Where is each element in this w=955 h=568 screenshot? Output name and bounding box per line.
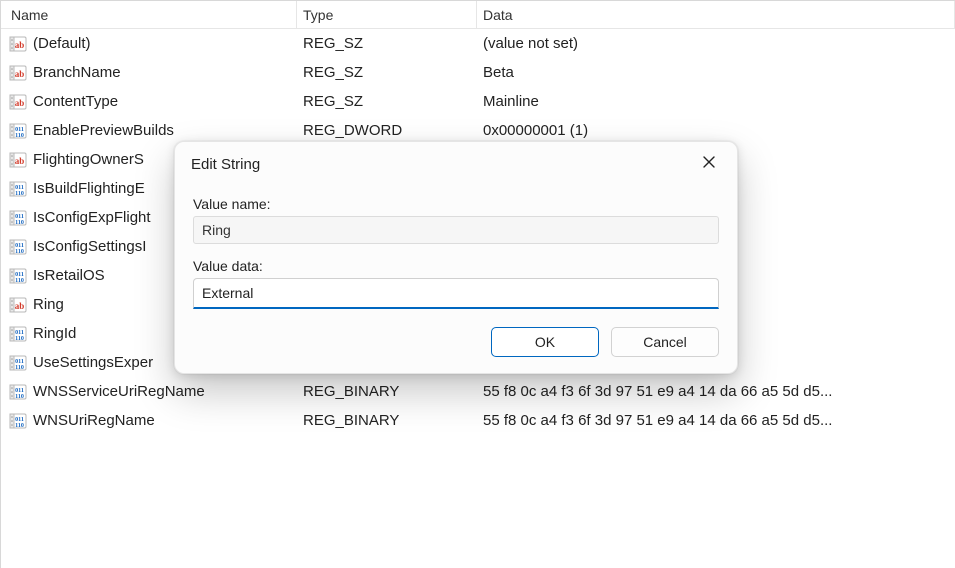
table-row[interactable]: ab (Default) REG_SZ(value not set) [1, 29, 955, 58]
ok-button[interactable]: OK [491, 327, 599, 357]
dialog-buttons: OK Cancel [193, 327, 719, 357]
reg-binary-icon: 011110 [9, 383, 27, 401]
svg-text:ab: ab [15, 98, 25, 108]
cell-name: ab BranchName [1, 64, 297, 82]
column-header-type[interactable]: Type [297, 1, 477, 28]
value-name-text: FlightingOwnerS [33, 151, 144, 168]
cancel-button[interactable]: Cancel [611, 327, 719, 357]
cell-name: 011110 WNSServiceUriRegName [1, 383, 297, 401]
value-name-field: Ring [193, 216, 719, 244]
dialog-titlebar: Edit String [175, 142, 737, 180]
table-row[interactable]: ab ContentType REG_SZMainline [1, 87, 955, 116]
value-name-text: IsConfigSettingsI [33, 238, 146, 255]
reg-string-icon: ab [9, 93, 27, 111]
svg-text:110: 110 [15, 423, 24, 429]
dialog-body: Value name: Ring Value data: External OK… [175, 180, 737, 373]
svg-text:110: 110 [15, 249, 24, 255]
close-button[interactable] [697, 152, 721, 176]
cell-type: REG_BINARY [297, 383, 477, 400]
column-header-name[interactable]: Name [1, 1, 297, 28]
value-name-text: (Default) [33, 35, 91, 52]
cell-name: ab ContentType [1, 93, 297, 111]
value-name-text: WNSUriRegName [33, 412, 155, 429]
reg-binary-icon: 011110 [9, 325, 27, 343]
reg-binary-icon: 011110 [9, 267, 27, 285]
reg-binary-icon: 011110 [9, 354, 27, 372]
value-data-field[interactable]: External [193, 278, 719, 309]
value-data-label: Value data: [193, 258, 719, 274]
column-header-row: Name Type Data [1, 1, 955, 29]
value-name-text: Ring [33, 296, 64, 313]
svg-text:110: 110 [15, 133, 24, 139]
svg-text:110: 110 [15, 365, 24, 371]
reg-string-icon: ab [9, 64, 27, 82]
value-name-text: ContentType [33, 93, 118, 110]
reg-binary-icon: 011110 [9, 238, 27, 256]
close-icon [702, 155, 716, 173]
value-name-text: EnablePreviewBuilds [33, 122, 174, 139]
svg-text:ab: ab [15, 301, 25, 311]
svg-text:110: 110 [15, 220, 24, 226]
edit-string-dialog: Edit String Value name: Ring Value data:… [174, 141, 738, 374]
dialog-title-text: Edit String [191, 156, 260, 173]
cell-name: 011110 WNSUriRegName [1, 412, 297, 430]
svg-text:ab: ab [15, 156, 25, 166]
value-name-text: BranchName [33, 64, 121, 81]
cell-type: REG_DWORD [297, 122, 477, 139]
reg-binary-icon: 011110 [9, 122, 27, 140]
cell-type: REG_SZ [297, 93, 477, 110]
registry-values-pane: Name Type Data ab(Default)REG_SZ(value n… [0, 0, 955, 568]
value-name-text: IsBuildFlightingE [33, 180, 145, 197]
cell-data: Mainline [477, 93, 955, 110]
cell-type: REG_SZ [297, 64, 477, 81]
value-name-text: IsRetailOS [33, 267, 105, 284]
cell-data: (value not set) [477, 35, 955, 52]
column-header-data[interactable]: Data [477, 1, 955, 28]
cell-type: REG_SZ [297, 35, 477, 52]
value-name-text: WNSServiceUriRegName [33, 383, 205, 400]
svg-text:110: 110 [15, 336, 24, 342]
cell-data: 55 f8 0c a4 f3 6f 3d 97 51 e9 a4 14 da 6… [477, 383, 955, 400]
cell-name: 011110 EnablePreviewBuilds [1, 122, 297, 140]
value-name-text: UseSettingsExper [33, 354, 153, 371]
reg-binary-icon: 011110 [9, 412, 27, 430]
reg-binary-icon: 011110 [9, 209, 27, 227]
reg-binary-icon: 011110 [9, 180, 27, 198]
svg-text:ab: ab [15, 69, 25, 79]
reg-string-icon: ab [9, 296, 27, 314]
reg-string-icon: ab [9, 151, 27, 169]
svg-text:110: 110 [15, 394, 24, 400]
svg-text:110: 110 [15, 278, 24, 284]
cell-type: REG_BINARY [297, 412, 477, 429]
cell-data: 55 f8 0c a4 f3 6f 3d 97 51 e9 a4 14 da 6… [477, 412, 955, 429]
cell-name: ab (Default) [1, 35, 297, 53]
svg-text:110: 110 [15, 191, 24, 197]
value-name-text: IsConfigExpFlight [33, 209, 151, 226]
table-row[interactable]: ab BranchName REG_SZBeta [1, 58, 955, 87]
cell-data: 0x00000001 (1) [477, 122, 955, 139]
table-row[interactable]: 011110 WNSServiceUriRegName REG_BINARY55 f… [1, 377, 955, 406]
value-name-label: Value name: [193, 196, 719, 212]
svg-text:ab: ab [15, 40, 25, 50]
reg-string-icon: ab [9, 35, 27, 53]
value-name-text: RingId [33, 325, 76, 342]
table-row[interactable]: 011110 WNSUriRegName REG_BINARY55 f8 0c a4… [1, 406, 955, 435]
cell-data: Beta [477, 64, 955, 81]
